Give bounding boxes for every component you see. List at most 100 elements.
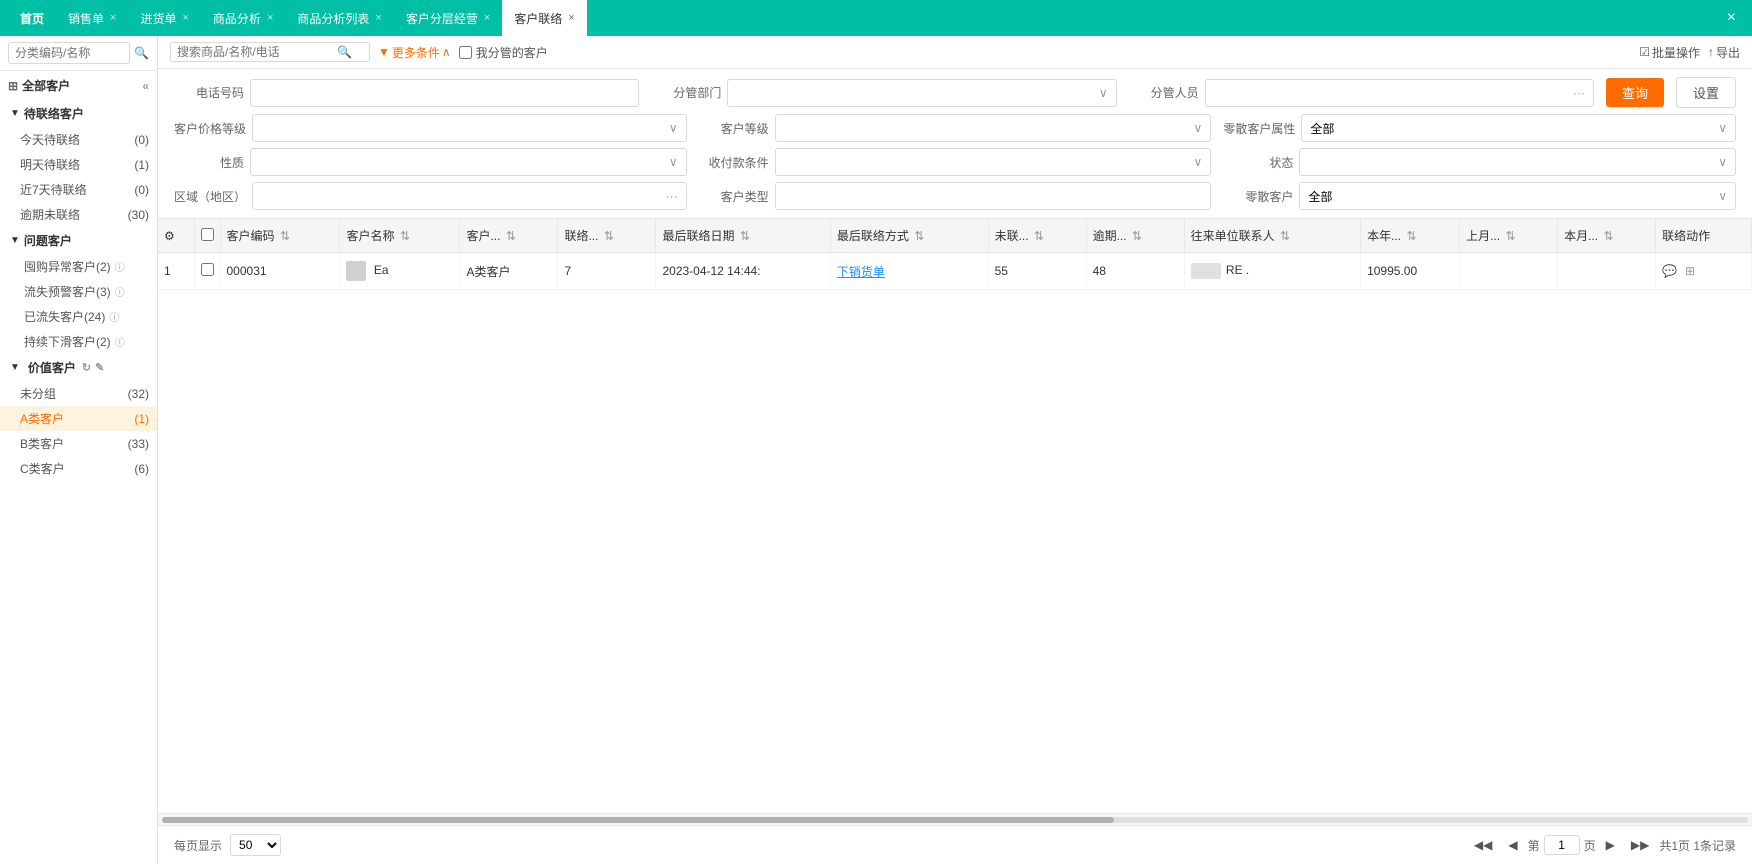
filter-manager-label: 分管人员 (1129, 84, 1199, 101)
page-size-select[interactable]: 50 100 200 (230, 834, 281, 856)
filter-nature-select[interactable]: ∨ (250, 148, 687, 176)
main-search-input[interactable] (177, 45, 337, 59)
th-company-contact[interactable]: 往来单位联系人 ⇅ (1184, 219, 1361, 253)
sidebar-item-losswarning[interactable]: 流失预警客户 (3) ⓘ (0, 279, 157, 304)
setting-button[interactable]: 设置 (1676, 77, 1736, 108)
sidebar-all-customers[interactable]: ⊞ 全部客户 « (0, 71, 157, 100)
sidebar-item-declining[interactable]: 持续下滑客户 (2) ⓘ (0, 329, 157, 354)
query-button[interactable]: 查询 (1606, 78, 1664, 107)
page-navigation: ◀◀ ◀ 第 页 ▶ ▶▶ 共1页 1条记录 (1468, 835, 1736, 855)
filter-payment-select[interactable]: ∨ (775, 148, 1212, 176)
settings-icon[interactable]: ⚙ (164, 229, 175, 243)
grid-action-icon[interactable]: ⊞ (1685, 264, 1695, 278)
filter-manager: 分管人员 ··· (1129, 79, 1594, 107)
sidebar-group-value-title[interactable]: ▼ 价值客户 ↻ ✎ (0, 354, 157, 381)
td-method: 下销货单 (830, 253, 988, 290)
filter-phone-input[interactable] (250, 79, 639, 107)
overdue-sort-icon: ⇅ (1132, 229, 1142, 243)
sidebar-item-unclassified[interactable]: 未分组 (32) (0, 381, 157, 406)
level-dropdown-icon: ∨ (1194, 121, 1203, 135)
filter-customer-type-input[interactable] (775, 182, 1212, 210)
th-name[interactable]: 客户名称 ⇅ (340, 219, 460, 253)
close-tier-tab[interactable]: × (484, 12, 490, 24)
nav-tab-goods-list[interactable]: 商品分析列表 × (285, 0, 393, 36)
sidebar-item-tomorrow-pending[interactable]: 明天待联络 (1) (0, 152, 157, 177)
filter-manager-select[interactable]: ··· (1205, 79, 1594, 107)
filter-retail-attr-select[interactable]: 全部 ∨ (1301, 114, 1736, 142)
filter-customer-level-select[interactable]: ∨ (775, 114, 1212, 142)
th-no-contact[interactable]: 未联... ⇅ (988, 219, 1086, 253)
nav-tab-customer-contact[interactable]: 客户联络 × (502, 0, 586, 36)
last-page-button[interactable]: ▶▶ (1625, 836, 1655, 854)
horizontal-scrollbar (158, 813, 1752, 825)
close-window-button[interactable]: × (1719, 9, 1744, 27)
sidebar-collapse-button[interactable]: « (142, 79, 149, 93)
contact-sort-icon: ⇅ (604, 229, 614, 243)
first-page-button[interactable]: ◀◀ (1468, 836, 1498, 854)
sidebar-item-today-pending[interactable]: 今天待联络 (0) (0, 127, 157, 152)
my-customers-checkbox[interactable] (459, 46, 472, 59)
td-this-year: 10995.00 (1361, 253, 1460, 290)
more-arrow-icon: ∧ (442, 45, 451, 59)
scroll-track[interactable] (162, 817, 1748, 823)
row-action-icons: 💬 ⊞ (1662, 264, 1745, 278)
select-all-checkbox[interactable] (201, 228, 214, 241)
sidebar-item-lost[interactable]: 已流失客户 (24) ⓘ (0, 304, 157, 329)
nav-tab-goods-analysis[interactable]: 商品分析 × (201, 0, 285, 36)
sidebar-group-problem-title[interactable]: ▼ 问题客户 (0, 227, 157, 254)
nav-tab-customer-tier[interactable]: 客户分层经营 × (394, 0, 502, 36)
th-this-month[interactable]: 本月... ⇅ (1558, 219, 1656, 253)
main-search-icon[interactable]: 🔍 (337, 45, 352, 59)
th-action: 联络动作 (1656, 219, 1752, 253)
th-settings[interactable]: ⚙ (158, 219, 194, 253)
filter-dept-select[interactable]: ∨ (727, 79, 1116, 107)
price-dropdown-icon: ∨ (669, 121, 678, 135)
sidebar-item-overdue-pending[interactable]: 逾期未联络 (30) (0, 202, 157, 227)
td-last-month (1460, 253, 1558, 290)
sidebar-group-pending-title[interactable]: ▼ 待联络客户 (0, 100, 157, 127)
nav-tab-home[interactable]: 首页 (8, 0, 56, 36)
row-checkbox[interactable] (201, 263, 214, 276)
batch-operation-button[interactable]: ☑ 批量操作 (1639, 44, 1700, 61)
filter-phone: 电话号码 (174, 79, 639, 107)
sidebar-item-class-b[interactable]: B类客户 (33) (0, 431, 157, 456)
prev-page-button[interactable]: ◀ (1502, 836, 1523, 854)
td-name: Ea (340, 253, 460, 290)
filter-row-1: 电话号码 分管部门 ∨ 分管人员 ··· 查 (174, 77, 1736, 108)
th-this-year[interactable]: 本年... ⇅ (1361, 219, 1460, 253)
sidebar-item-class-a[interactable]: A类客户 (1) (0, 406, 157, 431)
close-contact-tab[interactable]: × (568, 12, 574, 24)
nav-tab-sales[interactable]: 销售单 × (56, 0, 128, 36)
export-button[interactable]: ↑ 导出 (1708, 44, 1740, 61)
close-purchase-tab[interactable]: × (182, 12, 188, 24)
close-goods-tab[interactable]: × (267, 12, 273, 24)
close-goods-list-tab[interactable]: × (375, 12, 381, 24)
sidebar-search-input[interactable] (8, 42, 130, 64)
next-page-button[interactable]: ▶ (1600, 836, 1621, 854)
sidebar-item-class-c[interactable]: C类客户 (6) (0, 456, 157, 481)
edit-value-icon[interactable]: ✎ (95, 361, 104, 374)
filter-status-select[interactable]: ∨ (1299, 148, 1736, 176)
refresh-icon[interactable]: ↻ (82, 361, 91, 374)
filter-retail-customer: 零散客户 全部 ∨ (1223, 182, 1736, 210)
sidebar-item-7day-pending[interactable]: 近7天待联络 (0) (0, 177, 157, 202)
scroll-thumb[interactable] (162, 817, 1114, 823)
th-code[interactable]: 客户编码 ⇅ (220, 219, 340, 253)
th-overdue[interactable]: 逾期... ⇅ (1086, 219, 1184, 253)
chat-action-icon[interactable]: 💬 (1662, 264, 1677, 278)
th-customer-type[interactable]: 客户... ⇅ (460, 219, 558, 253)
last-contact-method-link[interactable]: 下销货单 (837, 265, 885, 279)
more-filter-button[interactable]: ▼ 更多条件 ∧ (378, 44, 451, 61)
page-number-input[interactable] (1544, 835, 1580, 855)
close-sales-tab[interactable]: × (110, 12, 116, 24)
sidebar-item-hoarding[interactable]: 囤购异常客户 (2) ⓘ (0, 254, 157, 279)
th-last-month[interactable]: 上月... ⇅ (1460, 219, 1558, 253)
th-last-contact-method[interactable]: 最后联络方式 ⇅ (830, 219, 988, 253)
filter-price-level-select[interactable]: ∨ (252, 114, 687, 142)
sidebar-search-icon[interactable]: 🔍 (134, 46, 149, 60)
th-last-contact-date[interactable]: 最后联络日期 ⇅ (656, 219, 830, 253)
filter-region-select[interactable]: ··· (252, 182, 687, 210)
filter-retail-customer-select[interactable]: 全部 ∨ (1299, 182, 1736, 210)
th-contact-count[interactable]: 联络... ⇅ (558, 219, 656, 253)
nav-tab-purchase[interactable]: 进货单 × (128, 0, 200, 36)
